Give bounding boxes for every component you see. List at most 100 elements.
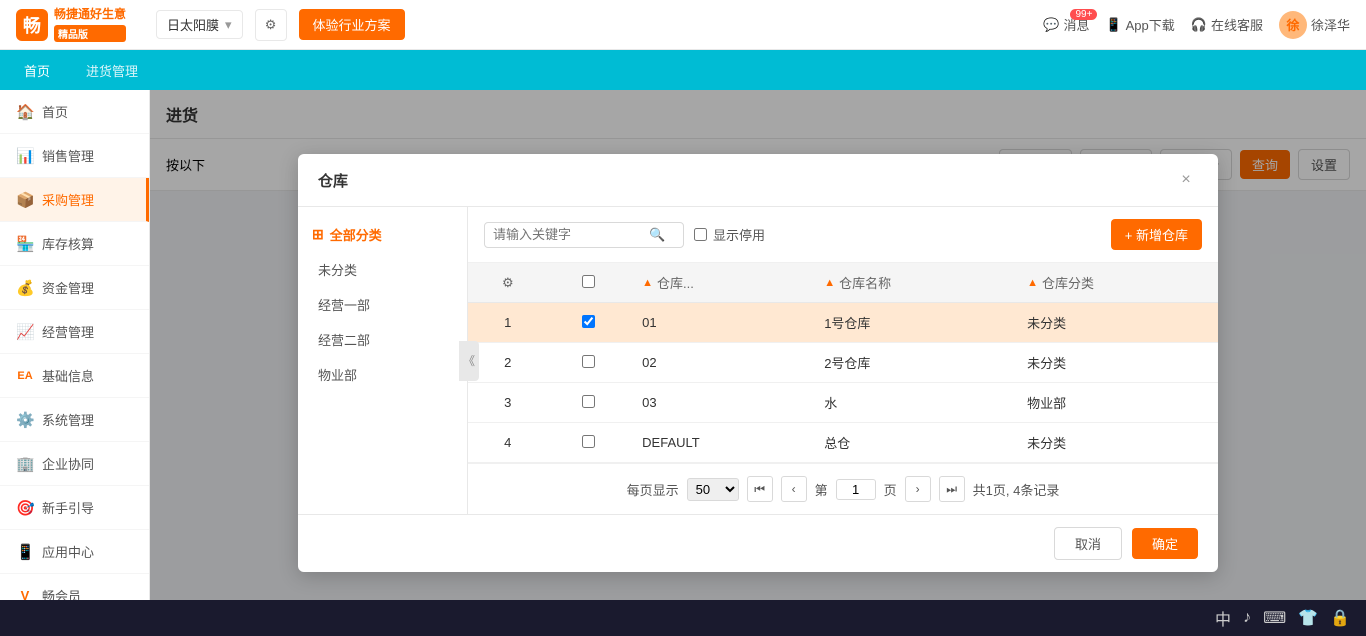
row-checkbox[interactable]	[582, 355, 595, 368]
shirt-icon[interactable]: 👕	[1298, 608, 1318, 628]
sidebar-item-finance[interactable]: 💰 资金管理	[0, 266, 149, 310]
pagination: 每页显示 50 100 ⏮ ‹ 第 页 › ⏭ 共	[468, 463, 1218, 514]
row-code: 02	[630, 343, 812, 383]
store-selector[interactable]: 日太阳膜 ▾	[156, 10, 243, 39]
data-table: ⚙ ▲ 仓库...	[468, 263, 1218, 463]
row-code: DEFAULT	[630, 423, 812, 463]
headset-icon: 🎧	[1191, 17, 1207, 33]
table-toolbar: 🔍 显示停用 + 新增仓库	[468, 207, 1218, 263]
page-number-input[interactable]	[836, 479, 876, 500]
topbar: 畅 畅捷通好生意 精品版 日太阳膜 ▾ ⚙ 体验行业方案 💬 消息 99+ 📱 …	[0, 0, 1366, 50]
row-checkbox-cell	[548, 343, 631, 383]
cancel-button[interactable]: 取消	[1054, 527, 1122, 560]
col-code: ▲ 仓库...	[630, 263, 812, 303]
inventory-icon: 🏪	[16, 235, 34, 253]
trial-button[interactable]: 体验行业方案	[299, 9, 405, 40]
gear-table-icon: ⚙	[502, 275, 514, 290]
sidebar: 🏠 首页 📊 销售管理 📦 采购管理 🏪 库存核算 💰 资金管理 📈 经营管理 …	[0, 90, 150, 636]
sidebar-item-guide[interactable]: 🎯 新手引导	[0, 486, 149, 530]
row-category: 未分类	[1015, 343, 1218, 383]
table-row[interactable]: 4 DEFAULT 总仓 未分类	[468, 423, 1218, 463]
next-page-button[interactable]: ›	[905, 476, 931, 502]
category-item-dept2[interactable]: 经营二部	[298, 322, 467, 357]
row-num: 2	[468, 343, 548, 383]
subbar-item-home[interactable]: 首页	[16, 61, 58, 80]
sidebar-item-apps[interactable]: 📱 应用中心	[0, 530, 149, 574]
sidebar-item-enterprise[interactable]: 🏢 企业协同	[0, 442, 149, 486]
table-row[interactable]: 1 01 1号仓库 未分类	[468, 303, 1218, 343]
row-name: 2号仓库	[812, 343, 1015, 383]
prev-page-button[interactable]: ‹	[781, 476, 807, 502]
customer-service-item[interactable]: 🎧 在线客服	[1191, 15, 1263, 34]
subbar: 首页 进货管理	[0, 50, 1366, 90]
finance-icon: 💰	[16, 279, 34, 297]
row-name: 总仓	[812, 423, 1015, 463]
chevron-left-icon: 《	[463, 352, 475, 369]
chinese-input-icon[interactable]: 中	[1215, 606, 1231, 630]
select-all-checkbox[interactable]	[582, 275, 595, 288]
avatar: 徐	[1279, 11, 1307, 39]
search-input[interactable]	[493, 227, 643, 242]
per-page-select[interactable]: 50 100	[687, 478, 739, 501]
collapse-panel-button[interactable]: 《	[459, 341, 479, 381]
edition-badge: 精品版	[54, 25, 126, 42]
messages-badge: 99+	[1070, 9, 1097, 20]
apps-icon: 📱	[16, 543, 34, 561]
settings-button[interactable]: ⚙	[255, 9, 287, 41]
table-row[interactable]: 2 02 2号仓库 未分类	[468, 343, 1218, 383]
all-categories-item[interactable]: ⊞ 全部分类	[298, 217, 467, 252]
row-num: 1	[468, 303, 548, 343]
table-row[interactable]: 3 03 水 物业部	[468, 383, 1218, 423]
messages-item[interactable]: 💬 消息 99+	[1043, 15, 1089, 34]
store-name: 日太阳膜	[167, 15, 219, 34]
keyboard-icon[interactable]: ⌨	[1263, 608, 1286, 628]
search-box: 🔍	[484, 222, 684, 248]
table-header-row: ⚙ ▲ 仓库...	[468, 263, 1218, 303]
system-icon: ⚙️	[16, 411, 34, 429]
lock-icon[interactable]: 🔒	[1330, 608, 1350, 628]
sidebar-item-home[interactable]: 🏠 首页	[0, 90, 149, 134]
confirm-button[interactable]: 确定	[1132, 528, 1198, 559]
row-category: 未分类	[1015, 303, 1218, 343]
phone-icon: 📱	[1105, 17, 1121, 33]
show-disabled-checkbox[interactable]	[694, 228, 707, 241]
statusbar: 中 ♪ ⌨ 👕 🔒	[0, 600, 1366, 636]
category-item-unclassified[interactable]: 未分类	[298, 252, 467, 287]
row-checkbox[interactable]	[582, 395, 595, 408]
sort-cat-icon: ▲	[1027, 277, 1038, 289]
gear-icon: ⚙	[265, 17, 277, 33]
add-warehouse-button[interactable]: + 新增仓库	[1111, 219, 1202, 250]
first-page-button[interactable]: ⏮	[747, 476, 773, 502]
purchase-icon: 📦	[16, 191, 34, 209]
warehouse-modal: 仓库 × ⊞ 全部分类 未分类 经营一	[298, 154, 1218, 572]
sort-name-icon: ▲	[824, 277, 835, 289]
category-item-dept1[interactable]: 经营一部	[298, 287, 467, 322]
subbar-item-purchase[interactable]: 进货管理	[78, 61, 146, 80]
row-checkbox-cell	[548, 383, 631, 423]
row-checkbox[interactable]	[582, 435, 595, 448]
app-name: 畅捷通好生意	[54, 7, 126, 23]
search-icon[interactable]: 🔍	[649, 227, 665, 243]
warehouse-table: ⚙ ▲ 仓库...	[468, 263, 1218, 463]
sound-icon[interactable]: ♪	[1243, 609, 1251, 627]
sidebar-item-system[interactable]: ⚙️ 系统管理	[0, 398, 149, 442]
total-label: 共1页, 4条记录	[973, 480, 1060, 499]
row-name: 1号仓库	[812, 303, 1015, 343]
last-page-button[interactable]: ⏭	[939, 476, 965, 502]
enterprise-icon: 🏢	[16, 455, 34, 473]
row-checkbox[interactable]	[582, 315, 595, 328]
col-category: ▲ 仓库分类	[1015, 263, 1218, 303]
sidebar-item-basic-info[interactable]: EA 基础信息	[0, 354, 149, 398]
sidebar-item-purchase[interactable]: 📦 采购管理	[0, 178, 149, 222]
sidebar-item-inventory[interactable]: 🏪 库存核算	[0, 222, 149, 266]
user-profile[interactable]: 徐 徐泽华	[1279, 11, 1350, 39]
row-checkbox-cell	[548, 303, 631, 343]
app-download-item[interactable]: 📱 App下载	[1105, 15, 1174, 34]
table-panel: 🔍 显示停用 + 新增仓库	[468, 207, 1218, 514]
modal-close-button[interactable]: ×	[1174, 168, 1198, 192]
basic-info-icon: EA	[16, 370, 34, 382]
category-item-property[interactable]: 物业部	[298, 357, 467, 392]
sidebar-item-sales[interactable]: 📊 销售管理	[0, 134, 149, 178]
sidebar-item-operations[interactable]: 📈 经营管理	[0, 310, 149, 354]
row-name: 水	[812, 383, 1015, 423]
